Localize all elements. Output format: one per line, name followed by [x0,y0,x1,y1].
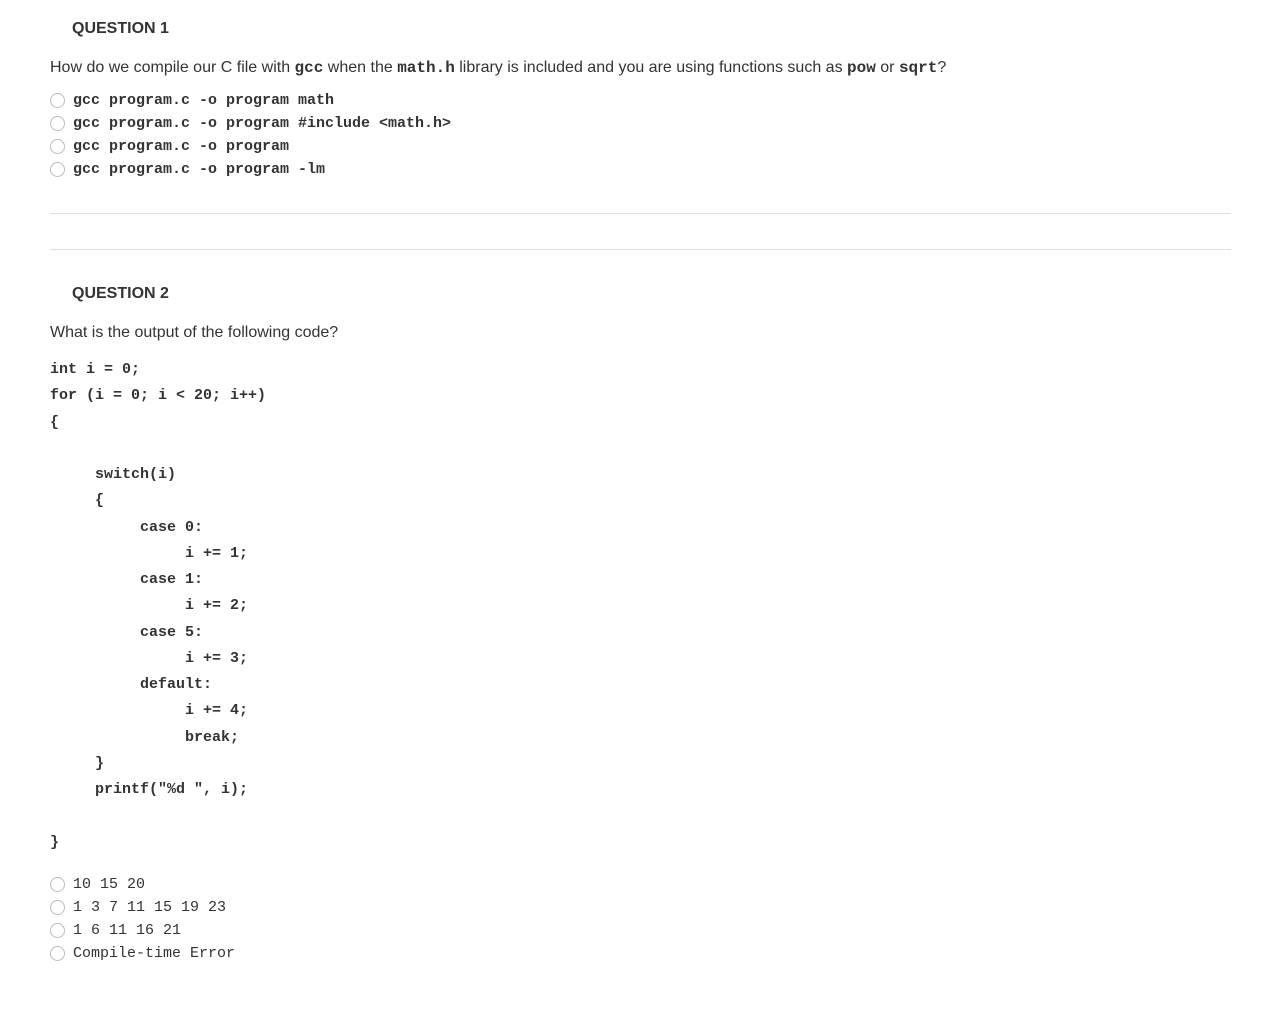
radio-icon[interactable] [50,900,65,915]
q1-code-mathh: math.h [397,59,455,77]
question-2-code: int i = 0; for (i = 0; i < 20; i++) { sw… [50,357,1231,856]
question-2: QUESTION 2 What is the output of the fol… [50,285,1231,962]
radio-icon[interactable] [50,93,65,108]
radio-icon[interactable] [50,946,65,961]
q1-option-3[interactable]: gcc program.c -o program -lm [50,161,1231,178]
q1-option-1[interactable]: gcc program.c -o program #include <math.… [50,115,1231,132]
divider [50,213,1231,214]
q1-text-5: ? [937,59,946,76]
q2-option-0[interactable]: 10 15 20 [50,876,1231,893]
q2-option-3[interactable]: Compile-time Error [50,945,1231,962]
q2-option-3-label: Compile-time Error [73,945,235,962]
q1-option-2-label: gcc program.c -o program [73,138,289,155]
question-1-options: gcc program.c -o program math gcc progra… [50,92,1231,178]
divider [50,249,1231,250]
question-2-options: 10 15 20 1 3 7 11 15 19 23 1 6 11 16 21 … [50,876,1231,962]
q1-option-0[interactable]: gcc program.c -o program math [50,92,1231,109]
q1-text-4: or [876,59,899,76]
q2-option-2[interactable]: 1 6 11 16 21 [50,922,1231,939]
q1-code-sqrt: sqrt [899,59,937,77]
radio-icon[interactable] [50,116,65,131]
q1-option-2[interactable]: gcc program.c -o program [50,138,1231,155]
question-1: QUESTION 1 How do we compile our C file … [50,20,1231,178]
q1-option-1-label: gcc program.c -o program #include <math.… [73,115,451,132]
question-1-title: QUESTION 1 [72,20,1231,38]
q2-option-1[interactable]: 1 3 7 11 15 19 23 [50,899,1231,916]
radio-icon[interactable] [50,162,65,177]
q1-option-3-label: gcc program.c -o program -lm [73,161,325,178]
radio-icon[interactable] [50,923,65,938]
q1-code-pow: pow [847,59,876,77]
q1-option-0-label: gcc program.c -o program math [73,92,334,109]
q1-text-3: library is included and you are using fu… [455,59,847,76]
radio-icon[interactable] [50,877,65,892]
q2-option-2-label: 1 6 11 16 21 [73,922,181,939]
question-2-title: QUESTION 2 [72,285,1231,303]
q1-code-gcc: gcc [295,59,324,77]
question-1-prompt: How do we compile our C file with gcc wh… [50,56,1231,80]
q1-text-1: How do we compile our C file with [50,59,295,76]
q1-text-2: when the [323,59,397,76]
radio-icon[interactable] [50,139,65,154]
question-2-prompt: What is the output of the following code… [50,321,1231,345]
q2-option-0-label: 10 15 20 [73,876,145,893]
q2-option-1-label: 1 3 7 11 15 19 23 [73,899,226,916]
